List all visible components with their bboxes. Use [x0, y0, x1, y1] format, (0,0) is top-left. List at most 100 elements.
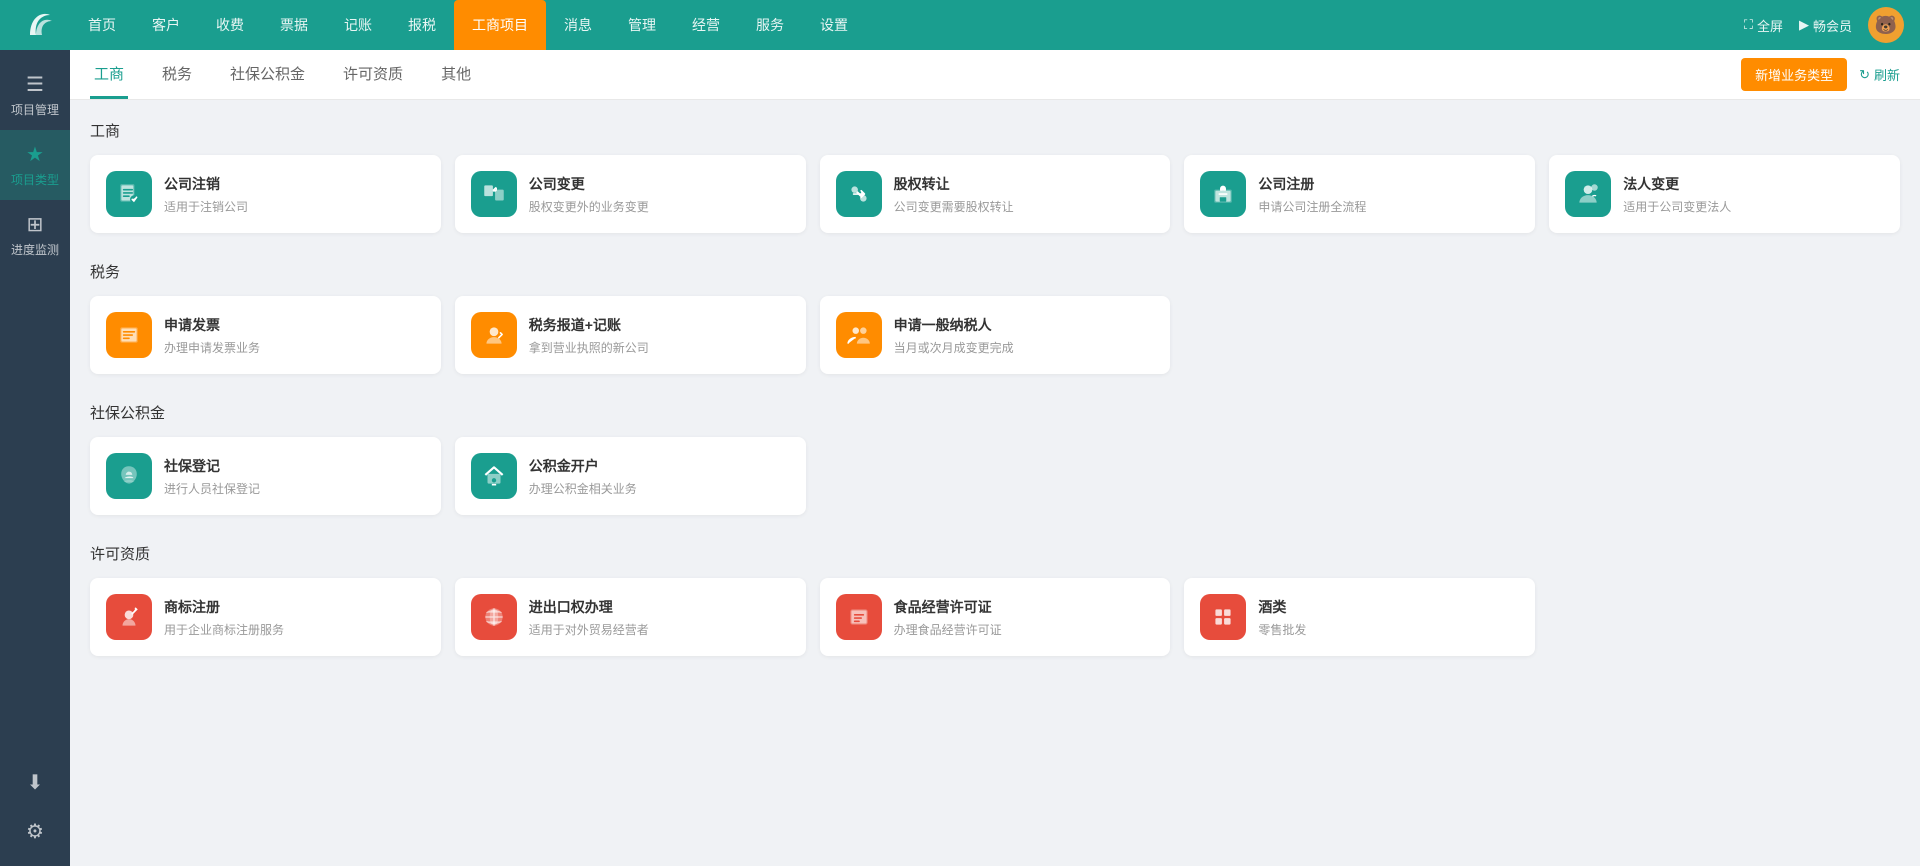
legal-change-text: 法人变更 适用于公司变更法人: [1623, 174, 1731, 215]
card-company-change[interactable]: 公司变更 股权变更外的业务变更: [455, 155, 806, 233]
sidebar-item-project-manage[interactable]: ☰ 项目管理: [0, 60, 70, 130]
trademark-desc: 用于企业商标注册服务: [164, 621, 284, 638]
tax-bookkeeping-icon: [471, 312, 517, 358]
import-export-title: 进出口权办理: [529, 597, 649, 617]
nav-ticket[interactable]: 票据: [262, 0, 326, 50]
trademark-text: 商标注册 用于企业商标注册服务: [164, 597, 284, 638]
sidebar-download[interactable]: ⬇: [0, 758, 70, 807]
card-liquor[interactable]: 酒类 零售批发: [1184, 578, 1535, 656]
tab-actions: 新增业务类型 ↻ 刷新: [1741, 58, 1900, 91]
card-food-license[interactable]: 食品经营许可证 办理食品经营许可证: [820, 578, 1171, 656]
card-tax-bookkeeping[interactable]: 税务报道+记账 拿到营业执照的新公司: [455, 296, 806, 374]
top-nav: 首页 客户 收费 票据 记账 报税 工商项目 消息 管理 经营 服务 设置 ⛶ …: [0, 0, 1920, 50]
tab-xuke[interactable]: 许可资质: [339, 50, 407, 99]
card-general-taxpayer[interactable]: 申请一般纳税人 当月或次月成变更完成: [820, 296, 1171, 374]
tab-shuiwu[interactable]: 税务: [158, 50, 196, 99]
import-export-text: 进出口权办理 适用于对外贸易经营者: [529, 597, 649, 638]
card-company-cancel[interactable]: 公司注销 适用于注销公司: [90, 155, 441, 233]
liquor-text: 酒类 零售批发: [1258, 597, 1306, 638]
sidebar-bottom: ⬇ ⚙: [0, 758, 70, 866]
equity-transfer-text: 股权转让 公司变更需要股权转让: [894, 174, 1014, 215]
company-register-icon: [1200, 171, 1246, 217]
nav-biz[interactable]: 工商项目: [454, 0, 546, 50]
apply-invoice-desc: 办理申请发票业务: [164, 339, 260, 356]
list-icon: ☰: [26, 72, 44, 97]
nav-fee[interactable]: 收费: [198, 0, 262, 50]
housing-fund-icon: [471, 453, 517, 499]
card-equity-transfer[interactable]: 股权转让 公司变更需要股权转让: [820, 155, 1171, 233]
company-register-title: 公司注册: [1258, 174, 1366, 194]
sidebar-item-project-type[interactable]: ★ 项目类型: [0, 130, 70, 200]
card-import-export[interactable]: 进出口权办理 适用于对外贸易经营者: [455, 578, 806, 656]
social-register-icon: [106, 453, 152, 499]
section-shuiwu: 税务 申请发票 办理申请发票业务: [90, 261, 1900, 374]
nav-home[interactable]: 首页: [70, 0, 134, 50]
import-export-icon: [471, 594, 517, 640]
section-xuke: 许可资质 商标注册 用于企业商标注册服务: [90, 543, 1900, 656]
section-gongshang: 工商 公司注销: [90, 120, 1900, 233]
equity-transfer-icon: [836, 171, 882, 217]
card-social-register[interactable]: 社保登记 进行人员社保登记: [90, 437, 441, 515]
card-apply-invoice[interactable]: 申请发票 办理申请发票业务: [90, 296, 441, 374]
apply-invoice-text: 申请发票 办理申请发票业务: [164, 315, 260, 356]
nav-message[interactable]: 消息: [546, 0, 610, 50]
logo: [10, 7, 70, 43]
avatar[interactable]: 🐻: [1868, 7, 1904, 43]
refresh-icon: ↻: [1859, 67, 1870, 83]
shebao-cards-grid: 社保登记 进行人员社保登记: [90, 437, 1900, 515]
company-cancel-title: 公司注销: [164, 174, 248, 194]
sidebar: ☰ 项目管理 ★ 项目类型 ⊞ 进度监测 ⬇ ⚙: [0, 50, 70, 866]
nav-manage[interactable]: 管理: [610, 0, 674, 50]
company-register-desc: 申请公司注册全流程: [1258, 198, 1366, 215]
company-change-title: 公司变更: [529, 174, 649, 194]
liquor-desc: 零售批发: [1258, 621, 1306, 638]
tab-shebao[interactable]: 社保公积金: [226, 50, 309, 99]
legal-change-icon: [1565, 171, 1611, 217]
nav-bookkeeping[interactable]: 记账: [326, 0, 390, 50]
liquor-title: 酒类: [1258, 597, 1306, 617]
scroll-content[interactable]: 工商 公司注销: [70, 100, 1920, 866]
company-register-text: 公司注册 申请公司注册全流程: [1258, 174, 1366, 215]
nav-operate[interactable]: 经营: [674, 0, 738, 50]
tax-bookkeeping-text: 税务报道+记账 拿到营业执照的新公司: [529, 315, 649, 356]
sidebar-item-progress[interactable]: ⊞ 进度监测: [0, 200, 70, 270]
shuiwu-cards-grid: 申请发票 办理申请发票业务 税务: [90, 296, 1900, 374]
download-icon: ⬇: [27, 770, 44, 795]
card-trademark[interactable]: 商标注册 用于企业商标注册服务: [90, 578, 441, 656]
section-title-gongshang: 工商: [90, 120, 1900, 141]
general-taxpayer-icon: [836, 312, 882, 358]
add-type-button[interactable]: 新增业务类型: [1741, 58, 1847, 91]
vip-btn[interactable]: ▶ 畅会员: [1799, 16, 1852, 35]
sidebar-label-project-type: 项目类型: [11, 171, 59, 188]
card-company-register[interactable]: 公司注册 申请公司注册全流程: [1184, 155, 1535, 233]
trademark-icon: [106, 594, 152, 640]
grid-icon: ⊞: [27, 212, 44, 237]
nav-service[interactable]: 服务: [738, 0, 802, 50]
food-license-title: 食品经营许可证: [894, 597, 1002, 617]
section-shebao: 社保公积金 社保登记 进行人: [90, 402, 1900, 515]
social-register-text: 社保登记 进行人员社保登记: [164, 456, 260, 497]
tab-other[interactable]: 其他: [437, 50, 475, 99]
section-title-xuke: 许可资质: [90, 543, 1900, 564]
top-nav-right: ⛶ 全屏 ▶ 畅会员 🐻: [1744, 7, 1920, 43]
settings-icon: ⚙: [26, 819, 44, 844]
gongshang-cards-grid: 公司注销 适用于注销公司 公司变: [90, 155, 1900, 233]
tax-bookkeeping-title: 税务报道+记账: [529, 315, 649, 335]
star-icon: ★: [26, 142, 44, 167]
equity-transfer-title: 股权转让: [894, 174, 1014, 194]
housing-fund-desc: 办理公积金相关业务: [529, 480, 637, 497]
fullscreen-btn[interactable]: ⛶ 全屏: [1744, 16, 1783, 35]
tab-gongshang[interactable]: 工商: [90, 50, 128, 99]
food-license-text: 食品经营许可证 办理食品经营许可证: [894, 597, 1002, 638]
company-change-icon: [471, 171, 517, 217]
nav-items: 首页 客户 收费 票据 记账 报税 工商项目 消息 管理 经营 服务 设置: [70, 0, 1744, 50]
social-register-title: 社保登记: [164, 456, 260, 476]
sidebar-settings[interactable]: ⚙: [0, 807, 70, 856]
nav-tax[interactable]: 报税: [390, 0, 454, 50]
nav-customer[interactable]: 客户: [134, 0, 198, 50]
card-housing-fund[interactable]: 公积金开户 办理公积金相关业务: [455, 437, 806, 515]
section-title-shebao: 社保公积金: [90, 402, 1900, 423]
refresh-button[interactable]: ↻ 刷新: [1859, 65, 1900, 84]
card-legal-change[interactable]: 法人变更 适用于公司变更法人: [1549, 155, 1900, 233]
nav-setting[interactable]: 设置: [802, 0, 866, 50]
